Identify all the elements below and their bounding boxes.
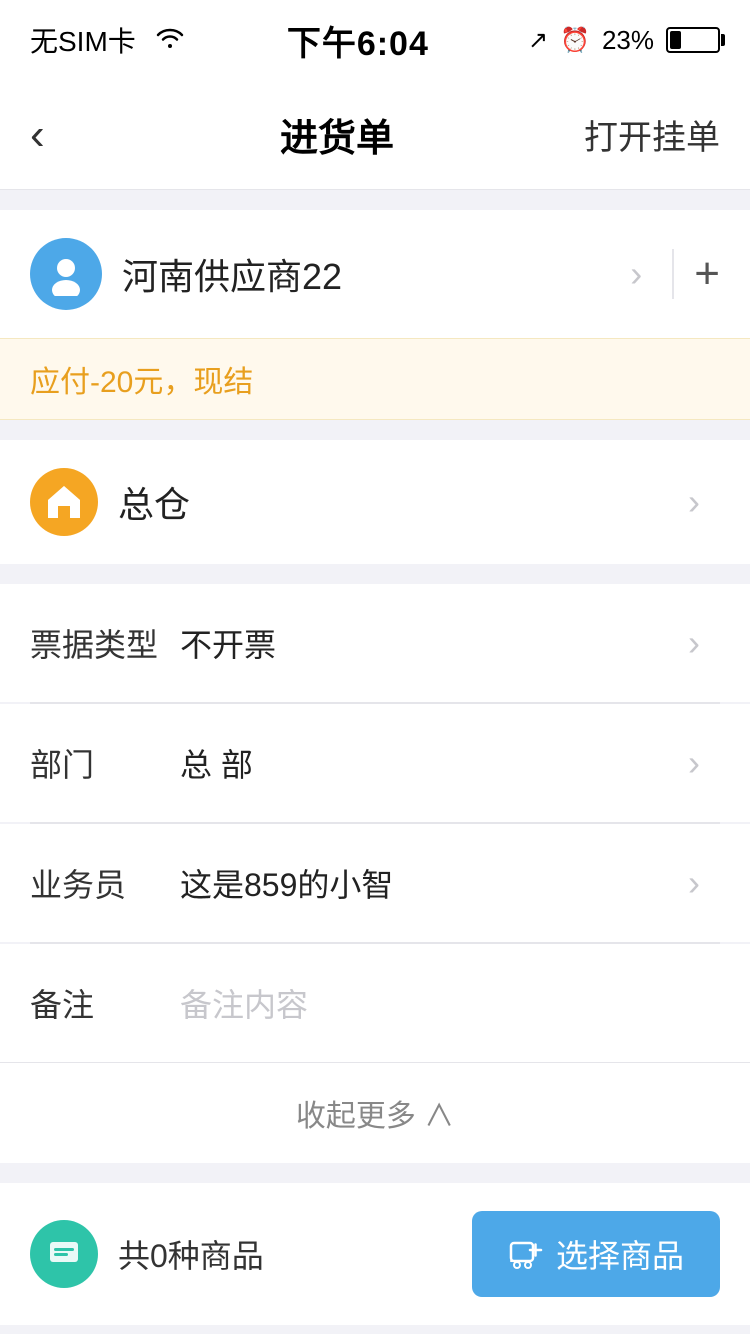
divider xyxy=(672,249,674,299)
nav-bar: ‹ 进货单 打开挂单 xyxy=(0,80,750,190)
battery-icon xyxy=(666,27,720,53)
chevron-right-warehouse-icon: › xyxy=(688,481,700,523)
status-left: 无SIM卡 xyxy=(30,20,188,60)
collapse-row[interactable]: 收起更多 ∧ xyxy=(0,1062,750,1163)
alert-text: 应付-20元，现结 xyxy=(30,366,253,399)
invoice-row[interactable]: 票据类型 不开票 › xyxy=(0,584,750,702)
carrier-label: 无SIM卡 xyxy=(30,20,136,60)
invoice-value: 不开票 xyxy=(180,620,688,666)
status-bar: 无SIM卡 下午6:04 ↗ ⏰ 23% xyxy=(0,0,750,80)
select-product-icon xyxy=(508,1236,544,1272)
warehouse-icon xyxy=(30,468,98,536)
remark-placeholder[interactable]: 备注内容 xyxy=(180,980,720,1026)
select-product-button[interactable]: 选择商品 xyxy=(472,1211,720,1297)
select-product-label: 选择商品 xyxy=(556,1231,684,1277)
add-supplier-button[interactable]: + xyxy=(694,249,720,299)
back-button[interactable]: ‹ xyxy=(30,110,90,160)
dept-label: 部门 xyxy=(30,740,180,786)
dept-value: 总 部 xyxy=(180,740,688,786)
battery-percent: 23% xyxy=(602,25,654,56)
wifi-icon xyxy=(152,24,188,56)
sales-value: 这是859的小智 xyxy=(180,860,688,906)
remark-label: 备注 xyxy=(30,980,180,1026)
sales-label: 业务员 xyxy=(30,860,180,906)
dept-row[interactable]: 部门 总 部 › xyxy=(0,704,750,822)
status-right: ↗ ⏰ 23% xyxy=(528,25,720,56)
section-gap-3 xyxy=(0,564,750,584)
open-pending-button[interactable]: 打开挂单 xyxy=(584,110,720,159)
supplier-name: 河南供应商22 xyxy=(122,248,630,300)
warehouse-name: 总仓 xyxy=(118,476,688,528)
alarm-icon: ⏰ xyxy=(560,26,590,55)
house-icon xyxy=(44,482,84,522)
supplier-row[interactable]: 河南供应商22 › + xyxy=(0,210,750,338)
time-label: 下午6:04 xyxy=(287,16,429,65)
collapse-label[interactable]: 收起更多 ∧ xyxy=(296,1091,454,1135)
person-icon xyxy=(44,252,88,296)
chevron-right-dept-icon: › xyxy=(688,742,700,784)
chevron-right-sales-icon: › xyxy=(688,862,700,904)
product-count: 共0种商品 xyxy=(118,1231,472,1277)
chevron-right-icon: › xyxy=(630,253,642,295)
location-icon: ↗ xyxy=(528,26,548,55)
cart-icon xyxy=(44,1234,84,1274)
page-title: 进货单 xyxy=(280,107,394,162)
warehouse-row[interactable]: 总仓 › xyxy=(0,440,750,564)
supplier-avatar xyxy=(30,238,102,310)
product-section: 共0种商品 选择商品 xyxy=(0,1183,750,1325)
remark-row[interactable]: 备注 备注内容 xyxy=(0,944,750,1062)
section-gap-1 xyxy=(0,190,750,210)
invoice-label: 票据类型 xyxy=(30,620,180,666)
section-gap-2 xyxy=(0,420,750,440)
alert-banner: 应付-20元，现结 xyxy=(0,338,750,420)
chevron-right-invoice-icon: › xyxy=(688,622,700,664)
product-icon xyxy=(30,1220,98,1288)
sales-row[interactable]: 业务员 这是859的小智 › xyxy=(0,824,750,942)
